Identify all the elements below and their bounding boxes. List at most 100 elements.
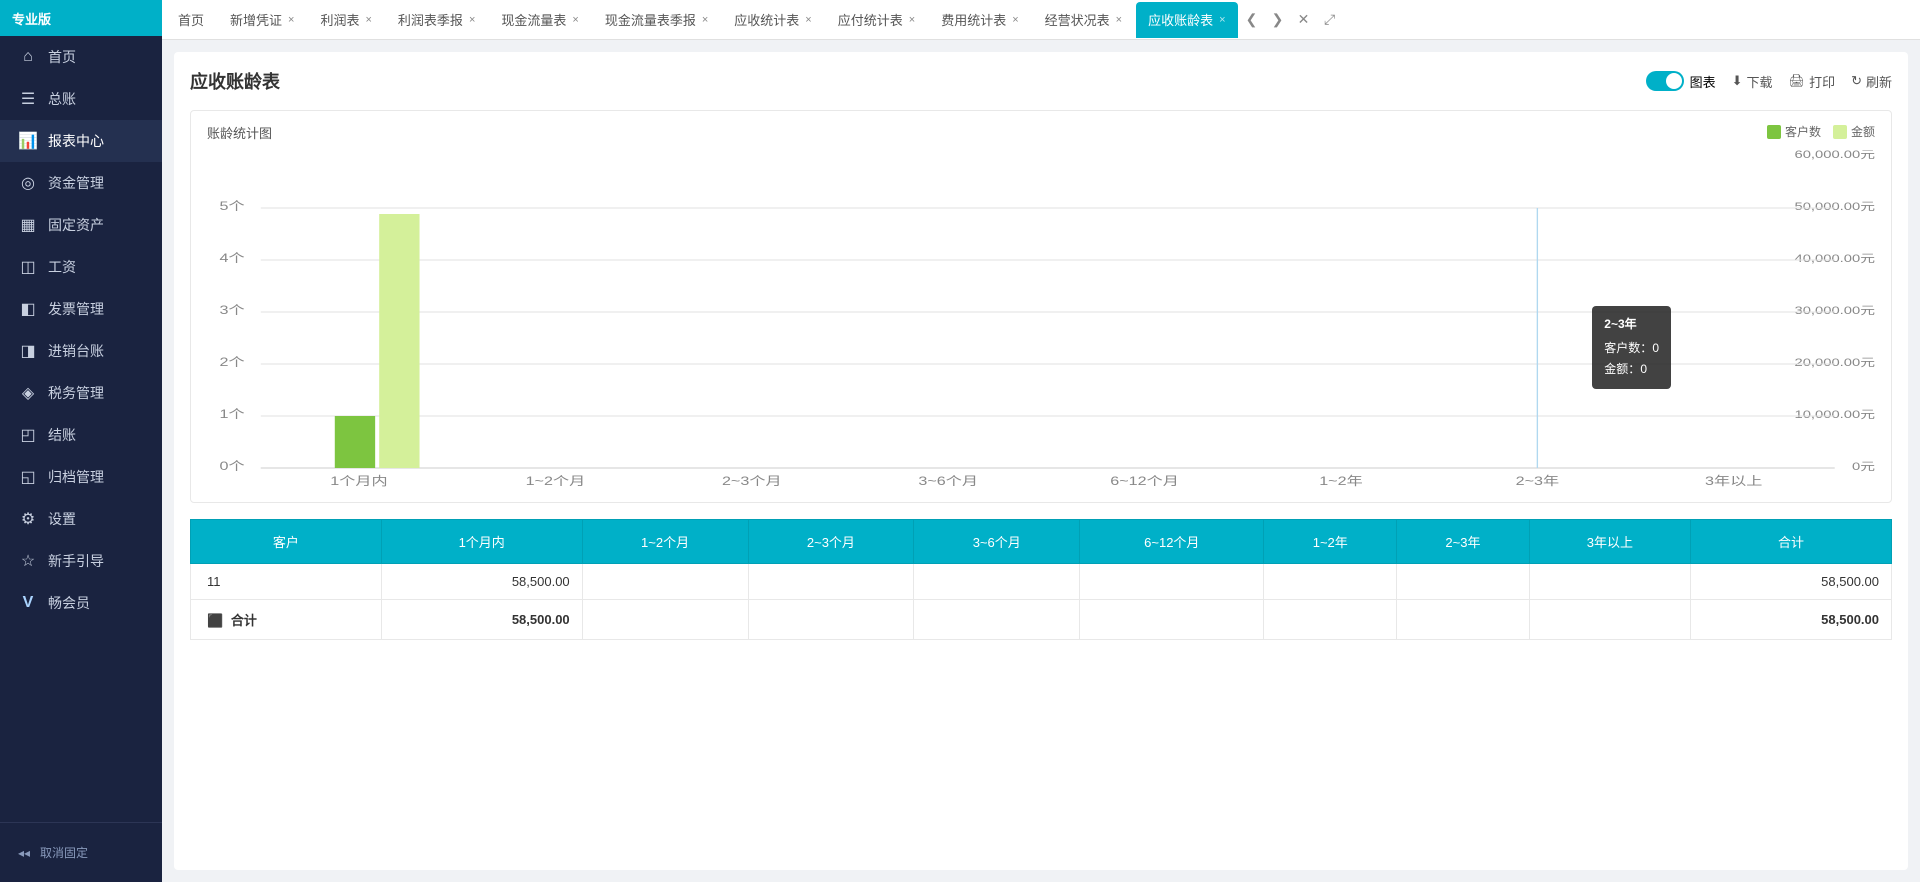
tab-prev-button[interactable]: ❮ — [1240, 8, 1264, 32]
tab-profit-close[interactable]: × — [365, 14, 371, 26]
chart-svg: 0个 1个 2个 3个 4个 5个 0元 10,000.00元 20,000.0… — [207, 150, 1875, 490]
download-icon: ⬇ — [1732, 73, 1743, 89]
svg-text:60,000.00元: 60,000.00元 — [1795, 150, 1875, 161]
sidebar-item-label: 固定资产 — [48, 215, 104, 235]
tab-cashflow-q-label: 现金流量表季报 — [605, 10, 696, 29]
tab-profit-q-close[interactable]: × — [469, 14, 475, 26]
refresh-button[interactable]: ↻ 刷新 — [1851, 72, 1892, 91]
tab-cashflow-close[interactable]: × — [572, 14, 578, 26]
sidebar-unpin-button[interactable]: ◂◂ 取消固定 — [0, 833, 162, 872]
sidebar-item-tax[interactable]: ◈ 税务管理 — [0, 372, 162, 414]
tab-ar-stats[interactable]: 应收统计表 × — [722, 2, 823, 38]
tab-ap-stats[interactable]: 应付统计表 × — [826, 2, 927, 38]
sidebar-item-assets[interactable]: ▦ 固定资产 — [0, 204, 162, 246]
sidebar-item-label: 归档管理 — [48, 467, 104, 487]
sidebar-item-payroll[interactable]: ◫ 工资 — [0, 246, 162, 288]
sidebar-item-label: 发票管理 — [48, 299, 104, 319]
tab-ops-status[interactable]: 经营状况表 × — [1033, 2, 1134, 38]
footer-m1: 58,500.00 — [381, 600, 582, 640]
footer-total: 58,500.00 — [1690, 600, 1891, 640]
svg-text:6~12个月: 6~12个月 — [1110, 474, 1179, 488]
tab-expense-stats[interactable]: 费用统计表 × — [929, 2, 1030, 38]
chart-title: 账龄统计图 — [207, 123, 1875, 142]
table-header-row: 客户 1个月内 1~2个月 2~3个月 3~6个月 6~12个月 1~2年 2~… — [191, 520, 1892, 564]
sidebar-item-label: 进销台账 — [48, 341, 104, 361]
sidebar-item-archive[interactable]: ◱ 归档管理 — [0, 456, 162, 498]
tab-expense-stats-label: 费用统计表 — [941, 10, 1006, 29]
tab-profit-q-label: 利润表季报 — [398, 10, 463, 29]
tab-cashflow[interactable]: 现金流量表 × — [489, 2, 590, 38]
tab-expand-button[interactable]: ⤢ — [1318, 8, 1342, 32]
sidebar-item-label: 畅会员 — [48, 593, 90, 613]
svg-text:4个: 4个 — [220, 251, 245, 265]
tab-ops-status-close[interactable]: × — [1116, 14, 1122, 26]
footer-m12 — [582, 600, 748, 640]
tab-cashflow-q-close[interactable]: × — [702, 14, 708, 26]
th-m1: 1个月内 — [381, 520, 582, 564]
tab-expense-stats-close[interactable]: × — [1012, 14, 1018, 26]
sidebar-item-closing[interactable]: ◰ 结账 — [0, 414, 162, 456]
th-m36: 3~6个月 — [914, 520, 1080, 564]
tab-close-all-button[interactable]: ✕ — [1292, 8, 1316, 32]
closing-icon: ◰ — [18, 425, 38, 445]
toggle-track[interactable] — [1646, 71, 1684, 91]
tab-profit[interactable]: 利润表 × — [308, 2, 383, 38]
sidebar: 专业版 ⌂ 首页 ☰ 总账 📊 报表中心 ◎ 资金管理 ▦ 固定资产 ◫ 工资 … — [0, 0, 162, 882]
tab-next-button[interactable]: ❯ — [1266, 8, 1290, 32]
sidebar-item-finance[interactable]: ◎ 资金管理 — [0, 162, 162, 204]
tab-ar-aging[interactable]: 应收账龄表 × — [1136, 2, 1237, 38]
footer-m612 — [1080, 600, 1264, 640]
th-customer: 客户 — [191, 520, 382, 564]
sidebar-item-ledger[interactable]: ☰ 总账 — [0, 78, 162, 120]
svg-text:3个: 3个 — [220, 303, 245, 317]
sidebar-item-home[interactable]: ⌂ 首页 — [0, 36, 162, 78]
legend-customer-color — [1767, 125, 1781, 139]
tab-profit-q[interactable]: 利润表季报 × — [386, 2, 487, 38]
sidebar-item-label: 设置 — [48, 509, 76, 529]
svg-text:3~6个月: 3~6个月 — [918, 474, 978, 488]
cell-m1: 58,500.00 — [381, 564, 582, 600]
sidebar-item-settings[interactable]: ⚙ 设置 — [0, 498, 162, 540]
ledger-icon: ☰ — [18, 89, 38, 109]
page-actions: 图表 ⬇ 下载 🖨 打印 ↻ 刷新 — [1646, 71, 1892, 91]
sidebar-item-reports[interactable]: 📊 报表中心 — [0, 120, 162, 162]
cell-y12 — [1264, 564, 1397, 600]
print-button[interactable]: 🖨 打印 — [1789, 72, 1836, 91]
sidebar-item-guide[interactable]: ☆ 新手引导 — [0, 540, 162, 582]
svg-text:5个: 5个 — [220, 199, 245, 213]
inventory-icon: ◨ — [18, 341, 38, 361]
tab-cashflow-q[interactable]: 现金流量表季报 × — [593, 2, 720, 38]
tab-ap-stats-close[interactable]: × — [909, 14, 915, 26]
tab-ap-stats-label: 应付统计表 — [838, 10, 903, 29]
svg-text:50,000.00元: 50,000.00元 — [1795, 200, 1875, 213]
refresh-label: 刷新 — [1866, 72, 1892, 91]
sidebar-item-inventory[interactable]: ◨ 进销台账 — [0, 330, 162, 372]
payroll-icon: ◫ — [18, 257, 38, 277]
tab-new-voucher[interactable]: 新增凭证 × — [218, 2, 306, 38]
chart-toggle[interactable]: 图表 — [1646, 71, 1716, 91]
legend-customer: 客户数 — [1767, 123, 1821, 140]
tab-cashflow-label: 现金流量表 — [501, 10, 566, 29]
sidebar-item-vip[interactable]: V 畅会员 — [0, 582, 162, 624]
aging-table: 客户 1个月内 1~2个月 2~3个月 3~6个月 6~12个月 1~2年 2~… — [190, 519, 1892, 640]
sidebar-item-label: 报表中心 — [48, 131, 104, 151]
tab-new-voucher-close[interactable]: × — [288, 14, 294, 26]
chart-container: 账龄统计图 客户数 金额 0个 1个 — [190, 110, 1892, 503]
sidebar-item-invoice[interactable]: ◧ 发票管理 — [0, 288, 162, 330]
content-area: 应收账龄表 图表 ⬇ 下载 🖨 打印 — [162, 40, 1920, 882]
th-total: 合计 — [1690, 520, 1891, 564]
tab-ar-stats-close[interactable]: × — [805, 14, 811, 26]
total-icon: ⬛ — [207, 613, 223, 628]
svg-text:3年以上: 3年以上 — [1705, 474, 1762, 488]
svg-text:10,000.00元: 10,000.00元 — [1795, 408, 1875, 421]
svg-text:1个月内: 1个月内 — [330, 474, 387, 488]
archive-icon: ◱ — [18, 467, 38, 487]
sidebar-item-label: 总账 — [48, 89, 76, 109]
cell-m612 — [1080, 564, 1264, 600]
finance-icon: ◎ — [18, 173, 38, 193]
footer-m36 — [914, 600, 1080, 640]
tab-ar-aging-close[interactable]: × — [1219, 14, 1225, 26]
sidebar-item-label: 工资 — [48, 257, 76, 277]
tab-home[interactable]: 首页 — [166, 2, 216, 38]
download-button[interactable]: ⬇ 下载 — [1732, 72, 1773, 91]
